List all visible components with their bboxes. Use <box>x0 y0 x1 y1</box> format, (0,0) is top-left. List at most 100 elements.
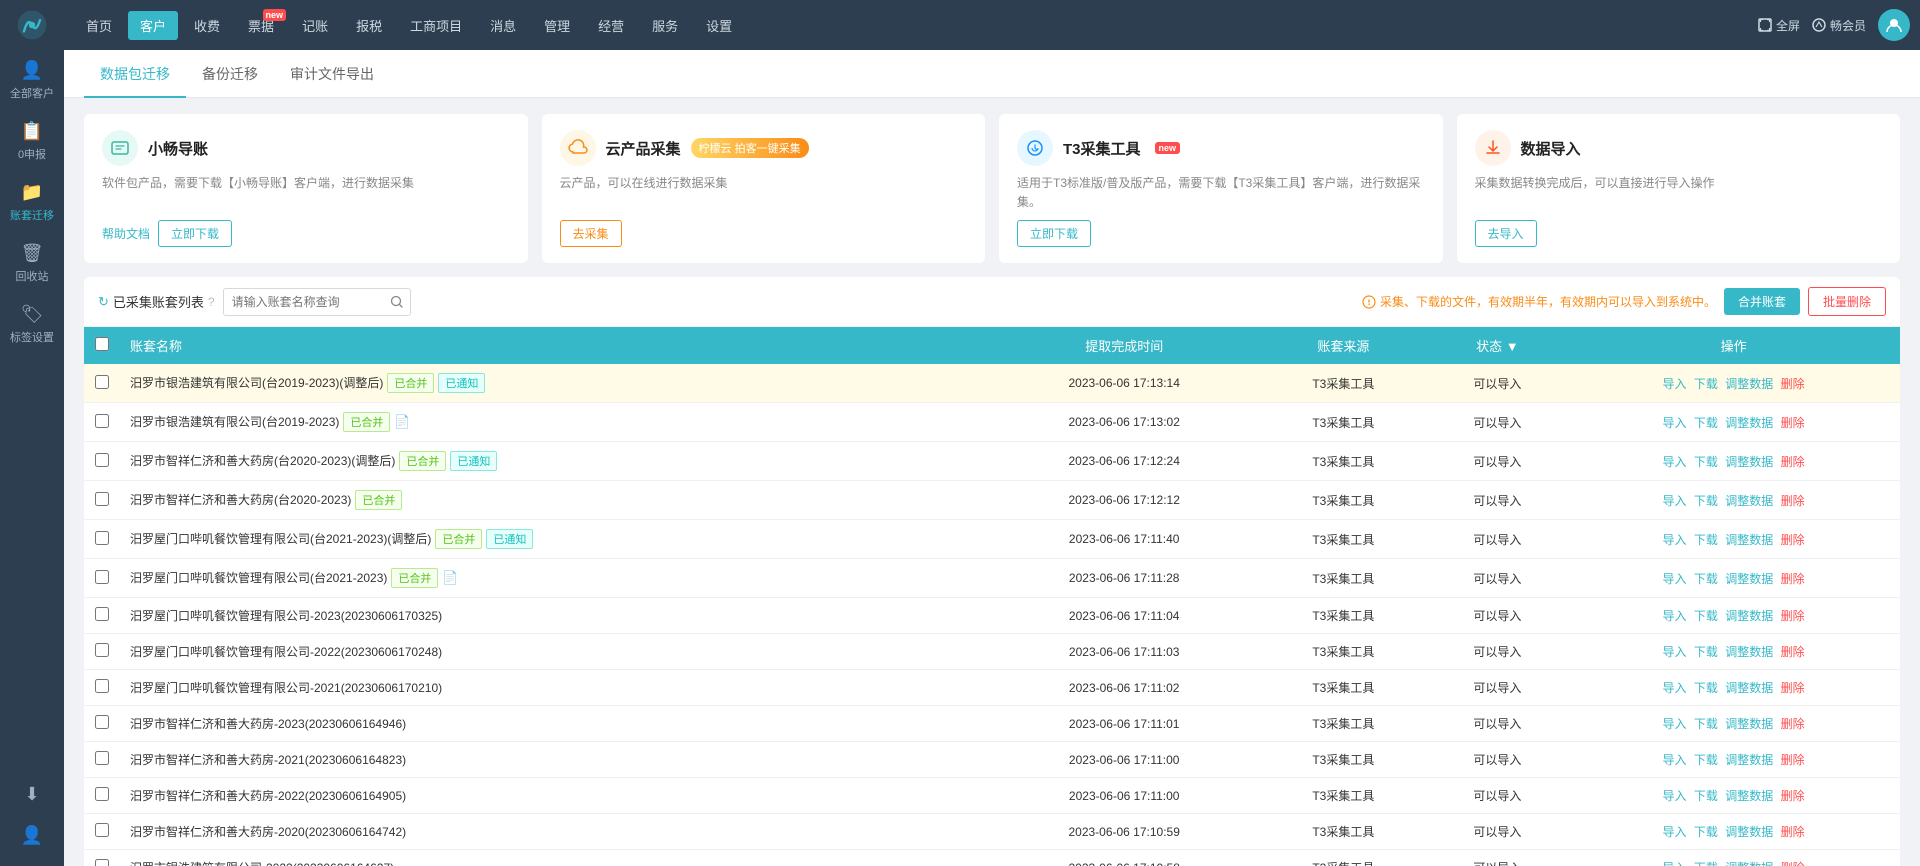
row-checkbox[interactable] <box>95 751 109 765</box>
action-下载[interactable]: 下载 <box>1694 416 1718 430</box>
xiaochang-download-btn[interactable]: 立即下载 <box>158 220 232 247</box>
action-delete[interactable]: 删除 <box>1781 533 1805 547</box>
action-delete[interactable]: 删除 <box>1781 609 1805 623</box>
nav-fees[interactable]: 收费 <box>182 11 232 40</box>
row-checkbox[interactable] <box>95 787 109 801</box>
row-checkbox[interactable] <box>95 715 109 729</box>
row-checkbox[interactable] <box>95 859 109 866</box>
action-调整数据[interactable]: 调整数据 <box>1725 455 1773 469</box>
action-导入[interactable]: 导入 <box>1663 572 1687 586</box>
help-icon[interactable]: ? <box>208 295 215 309</box>
action-调整数据[interactable]: 调整数据 <box>1725 533 1773 547</box>
action-下载[interactable]: 下载 <box>1694 717 1718 731</box>
action-delete[interactable]: 删除 <box>1781 455 1805 469</box>
action-调整数据[interactable]: 调整数据 <box>1725 494 1773 508</box>
action-调整数据[interactable]: 调整数据 <box>1725 825 1773 839</box>
action-delete[interactable]: 删除 <box>1781 861 1805 866</box>
select-all-checkbox[interactable] <box>95 337 109 351</box>
member-button[interactable]: 畅会员 <box>1812 17 1866 34</box>
action-导入[interactable]: 导入 <box>1663 416 1687 430</box>
row-checkbox[interactable] <box>95 414 109 428</box>
action-delete[interactable]: 删除 <box>1781 416 1805 430</box>
action-下载[interactable]: 下载 <box>1694 681 1718 695</box>
sidebar-item-account-migration[interactable]: 📁 账套迁移 <box>0 172 64 233</box>
user-avatar[interactable] <box>1878 9 1910 41</box>
merge-account-btn[interactable]: 合并账套 <box>1724 288 1800 315</box>
nav-clients[interactable]: 客户 <box>128 11 178 40</box>
action-调整数据[interactable]: 调整数据 <box>1725 572 1773 586</box>
action-调整数据[interactable]: 调整数据 <box>1725 861 1773 866</box>
action-下载[interactable]: 下载 <box>1694 645 1718 659</box>
action-调整数据[interactable]: 调整数据 <box>1725 609 1773 623</box>
action-导入[interactable]: 导入 <box>1663 717 1687 731</box>
action-导入[interactable]: 导入 <box>1663 533 1687 547</box>
row-checkbox[interactable] <box>95 823 109 837</box>
row-checkbox[interactable] <box>95 570 109 584</box>
action-delete[interactable]: 删除 <box>1781 753 1805 767</box>
nav-management[interactable]: 管理 <box>532 11 582 40</box>
action-调整数据[interactable]: 调整数据 <box>1725 717 1773 731</box>
action-下载[interactable]: 下载 <box>1694 533 1718 547</box>
tab-audit-export[interactable]: 审计文件导出 <box>274 50 390 98</box>
sidebar-item-all-clients[interactable]: 👤 全部客户 <box>0 50 64 111</box>
action-下载[interactable]: 下载 <box>1694 377 1718 391</box>
cloud-collect-btn[interactable]: 去采集 <box>560 220 622 247</box>
action-delete[interactable]: 删除 <box>1781 681 1805 695</box>
action-下载[interactable]: 下载 <box>1694 572 1718 586</box>
row-checkbox[interactable] <box>95 531 109 545</box>
action-导入[interactable]: 导入 <box>1663 753 1687 767</box>
nav-business[interactable]: 工商项目 <box>398 11 474 40</box>
row-checkbox[interactable] <box>95 607 109 621</box>
batch-delete-btn[interactable]: 批量删除 <box>1808 287 1886 316</box>
xiaochang-help-link[interactable]: 帮助文档 <box>102 225 150 242</box>
action-delete[interactable]: 删除 <box>1781 645 1805 659</box>
action-导入[interactable]: 导入 <box>1663 825 1687 839</box>
file-icon[interactable]: 📄 <box>442 570 458 585</box>
nav-service[interactable]: 服务 <box>640 11 690 40</box>
tab-backup-migration[interactable]: 备份迁移 <box>186 50 274 98</box>
action-下载[interactable]: 下载 <box>1694 825 1718 839</box>
search-button[interactable] <box>384 295 410 309</box>
action-调整数据[interactable]: 调整数据 <box>1725 681 1773 695</box>
action-下载[interactable]: 下载 <box>1694 455 1718 469</box>
action-下载[interactable]: 下载 <box>1694 753 1718 767</box>
action-调整数据[interactable]: 调整数据 <box>1725 377 1773 391</box>
sidebar-item-zero-report[interactable]: 📋 0申报 <box>0 111 64 172</box>
tab-data-migration[interactable]: 数据包迁移 <box>84 50 186 98</box>
sidebar-item-download[interactable]: ⬇ <box>0 774 64 815</box>
action-delete[interactable]: 删除 <box>1781 789 1805 803</box>
checkbox-header[interactable] <box>84 327 120 364</box>
action-delete[interactable]: 删除 <box>1781 717 1805 731</box>
action-下载[interactable]: 下载 <box>1694 609 1718 623</box>
nav-messages[interactable]: 消息 <box>478 11 528 40</box>
file-icon[interactable]: 📄 <box>394 414 410 429</box>
fullscreen-button[interactable]: 全屏 <box>1758 17 1800 34</box>
action-导入[interactable]: 导入 <box>1663 455 1687 469</box>
sidebar-item-tag-settings[interactable]: 🏷 标签设置 <box>0 294 64 355</box>
action-导入[interactable]: 导入 <box>1663 861 1687 866</box>
col-status[interactable]: 状态 ▼ <box>1428 327 1568 364</box>
action-下载[interactable]: 下载 <box>1694 494 1718 508</box>
row-checkbox[interactable] <box>95 679 109 693</box>
refresh-icon[interactable]: ↻ <box>98 294 109 310</box>
nav-operations[interactable]: 经营 <box>586 11 636 40</box>
app-logo[interactable] <box>0 0 64 50</box>
row-checkbox[interactable] <box>95 492 109 506</box>
nav-settings[interactable]: 设置 <box>694 11 744 40</box>
action-导入[interactable]: 导入 <box>1663 645 1687 659</box>
row-checkbox[interactable] <box>95 643 109 657</box>
action-导入[interactable]: 导入 <box>1663 377 1687 391</box>
action-导入[interactable]: 导入 <box>1663 681 1687 695</box>
nav-tax[interactable]: 报税 <box>344 11 394 40</box>
action-调整数据[interactable]: 调整数据 <box>1725 753 1773 767</box>
dataimport-go-btn[interactable]: 去导入 <box>1475 220 1537 247</box>
row-checkbox[interactable] <box>95 453 109 467</box>
nav-home[interactable]: 首页 <box>74 11 124 40</box>
action-调整数据[interactable]: 调整数据 <box>1725 789 1773 803</box>
row-checkbox[interactable] <box>95 375 109 389</box>
sidebar-item-user[interactable]: 👤 <box>0 815 64 856</box>
sidebar-item-recycle[interactable]: 🗑 回收站 <box>0 233 64 294</box>
action-delete[interactable]: 删除 <box>1781 377 1805 391</box>
action-delete[interactable]: 删除 <box>1781 572 1805 586</box>
action-下载[interactable]: 下载 <box>1694 789 1718 803</box>
